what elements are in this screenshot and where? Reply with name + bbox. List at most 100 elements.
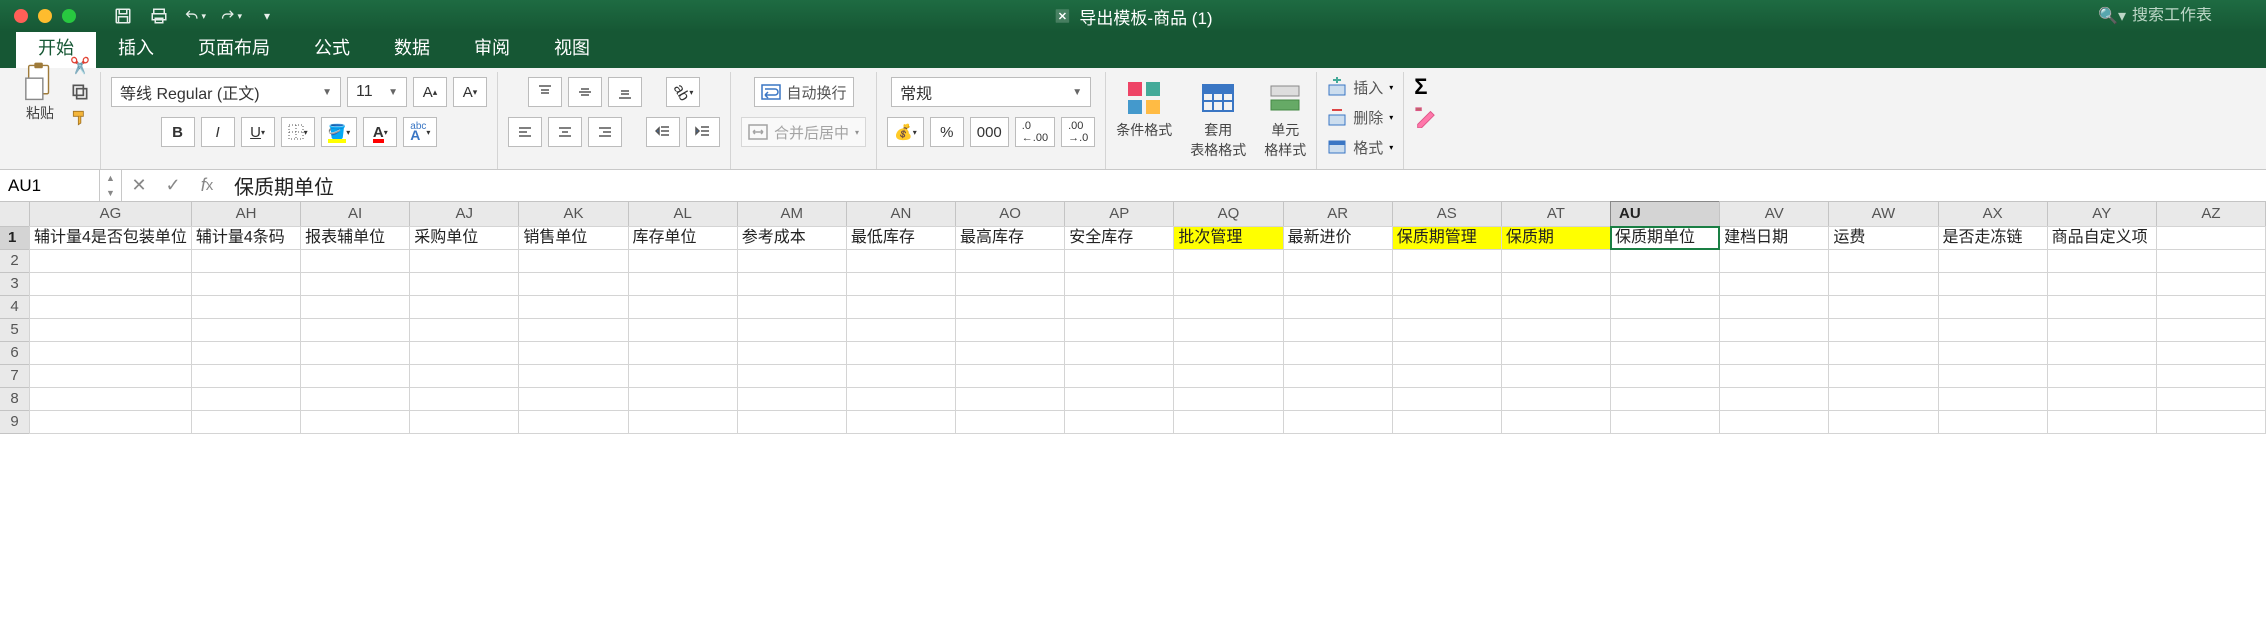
cell[interactable] — [955, 249, 1065, 273]
cell[interactable] — [1283, 295, 1393, 319]
row-header[interactable]: 1 — [0, 226, 30, 250]
cell[interactable] — [2047, 249, 2157, 273]
cell[interactable] — [1064, 295, 1174, 319]
column-header[interactable]: AZ — [2156, 201, 2266, 227]
align-bottom-button[interactable] — [608, 77, 642, 107]
cell[interactable] — [1938, 318, 2048, 342]
cell[interactable]: 保质期 — [1501, 226, 1611, 250]
cell[interactable] — [1610, 318, 1720, 342]
cell[interactable]: 库存单位 — [628, 226, 738, 250]
cell[interactable] — [628, 341, 738, 365]
cell[interactable] — [1064, 364, 1174, 388]
tab-review[interactable]: 审阅 — [452, 26, 532, 68]
cell[interactable] — [29, 295, 192, 319]
decrease-font-button[interactable]: A▾ — [453, 77, 487, 107]
cell[interactable] — [1938, 295, 2048, 319]
cell[interactable] — [2156, 226, 2266, 250]
cell[interactable] — [518, 387, 628, 411]
font-name-select[interactable]: 等线 Regular (正文)▼ — [111, 77, 341, 107]
customize-qat-icon[interactable]: ▾ — [256, 5, 278, 27]
column-header[interactable]: AJ — [409, 201, 519, 227]
increase-decimal-button[interactable]: .0←.00 — [1015, 117, 1055, 147]
cell[interactable] — [300, 364, 410, 388]
cell[interactable] — [1719, 410, 1829, 434]
bold-button[interactable]: B — [161, 117, 195, 147]
font-size-select[interactable]: 11▼ — [347, 77, 407, 107]
tab-view[interactable]: 视图 — [532, 26, 612, 68]
cell[interactable] — [1392, 272, 1502, 296]
cut-icon[interactable]: ✂️ — [70, 56, 90, 76]
column-header[interactable]: AP — [1064, 201, 1174, 227]
column-header[interactable]: AY — [2047, 201, 2157, 227]
cell[interactable] — [1719, 364, 1829, 388]
align-right-button[interactable] — [588, 117, 622, 147]
cell[interactable] — [628, 249, 738, 273]
italic-button[interactable]: I — [201, 117, 235, 147]
cell[interactable] — [2047, 341, 2157, 365]
cell[interactable] — [518, 272, 628, 296]
cell[interactable] — [1392, 341, 1502, 365]
cell[interactable] — [1828, 387, 1938, 411]
cell[interactable] — [955, 387, 1065, 411]
cell[interactable] — [1173, 410, 1283, 434]
cell[interactable] — [628, 410, 738, 434]
cell[interactable] — [846, 341, 956, 365]
cell[interactable] — [955, 295, 1065, 319]
percent-button[interactable]: % — [930, 117, 964, 147]
cell[interactable] — [2047, 387, 2157, 411]
cell[interactable] — [1828, 341, 1938, 365]
column-header[interactable]: AG — [29, 201, 192, 227]
cell[interactable] — [518, 295, 628, 319]
cell[interactable] — [2156, 364, 2266, 388]
search-input[interactable] — [2132, 7, 2252, 25]
cell[interactable] — [1719, 272, 1829, 296]
cell[interactable] — [1719, 249, 1829, 273]
cell[interactable] — [1283, 341, 1393, 365]
cell[interactable] — [1610, 341, 1720, 365]
cell[interactable] — [1501, 249, 1611, 273]
decrease-decimal-button[interactable]: .00→.0 — [1061, 117, 1095, 147]
cell[interactable]: 安全库存 — [1064, 226, 1174, 250]
cell[interactable] — [1719, 318, 1829, 342]
currency-button[interactable]: 💰▾ — [887, 117, 924, 147]
column-header[interactable]: AW — [1828, 201, 1938, 227]
cell[interactable] — [628, 272, 738, 296]
tab-page-layout[interactable]: 页面布局 — [176, 26, 292, 68]
cell[interactable] — [409, 272, 519, 296]
cell[interactable] — [191, 364, 301, 388]
cell[interactable]: 最新进价 — [1283, 226, 1393, 250]
cell[interactable] — [2047, 272, 2157, 296]
cell[interactable] — [1828, 364, 1938, 388]
cell[interactable] — [1610, 364, 1720, 388]
cell[interactable] — [300, 410, 410, 434]
comma-button[interactable]: 000 — [970, 117, 1009, 147]
cell[interactable]: 最低库存 — [846, 226, 956, 250]
undo-icon[interactable]: ▾ — [184, 5, 206, 27]
cell[interactable] — [1173, 387, 1283, 411]
select-all-corner[interactable] — [0, 201, 30, 227]
cell-styles-button[interactable]: 单元 格样式 — [1264, 78, 1306, 160]
cell[interactable] — [518, 364, 628, 388]
cell[interactable] — [628, 318, 738, 342]
cell[interactable]: 批次管理 — [1173, 226, 1283, 250]
row-header[interactable]: 5 — [0, 318, 30, 342]
cell[interactable] — [1501, 341, 1611, 365]
cell[interactable] — [955, 364, 1065, 388]
cell[interactable] — [1064, 318, 1174, 342]
cancel-formula-button[interactable]: ✕ — [122, 175, 156, 196]
cell[interactable] — [737, 249, 847, 273]
increase-indent-button[interactable] — [686, 117, 720, 147]
row-header[interactable]: 9 — [0, 410, 30, 434]
cell[interactable] — [518, 318, 628, 342]
insert-cells-button[interactable]: 插入 — [1353, 77, 1383, 98]
cell[interactable] — [1173, 295, 1283, 319]
cell[interactable] — [1938, 364, 2048, 388]
cell[interactable] — [191, 410, 301, 434]
cell[interactable] — [737, 364, 847, 388]
column-header[interactable]: AO — [955, 201, 1065, 227]
cell[interactable] — [1610, 295, 1720, 319]
cell[interactable] — [628, 387, 738, 411]
cell[interactable] — [1064, 249, 1174, 273]
column-header[interactable]: AT — [1501, 201, 1611, 227]
cell[interactable] — [955, 341, 1065, 365]
